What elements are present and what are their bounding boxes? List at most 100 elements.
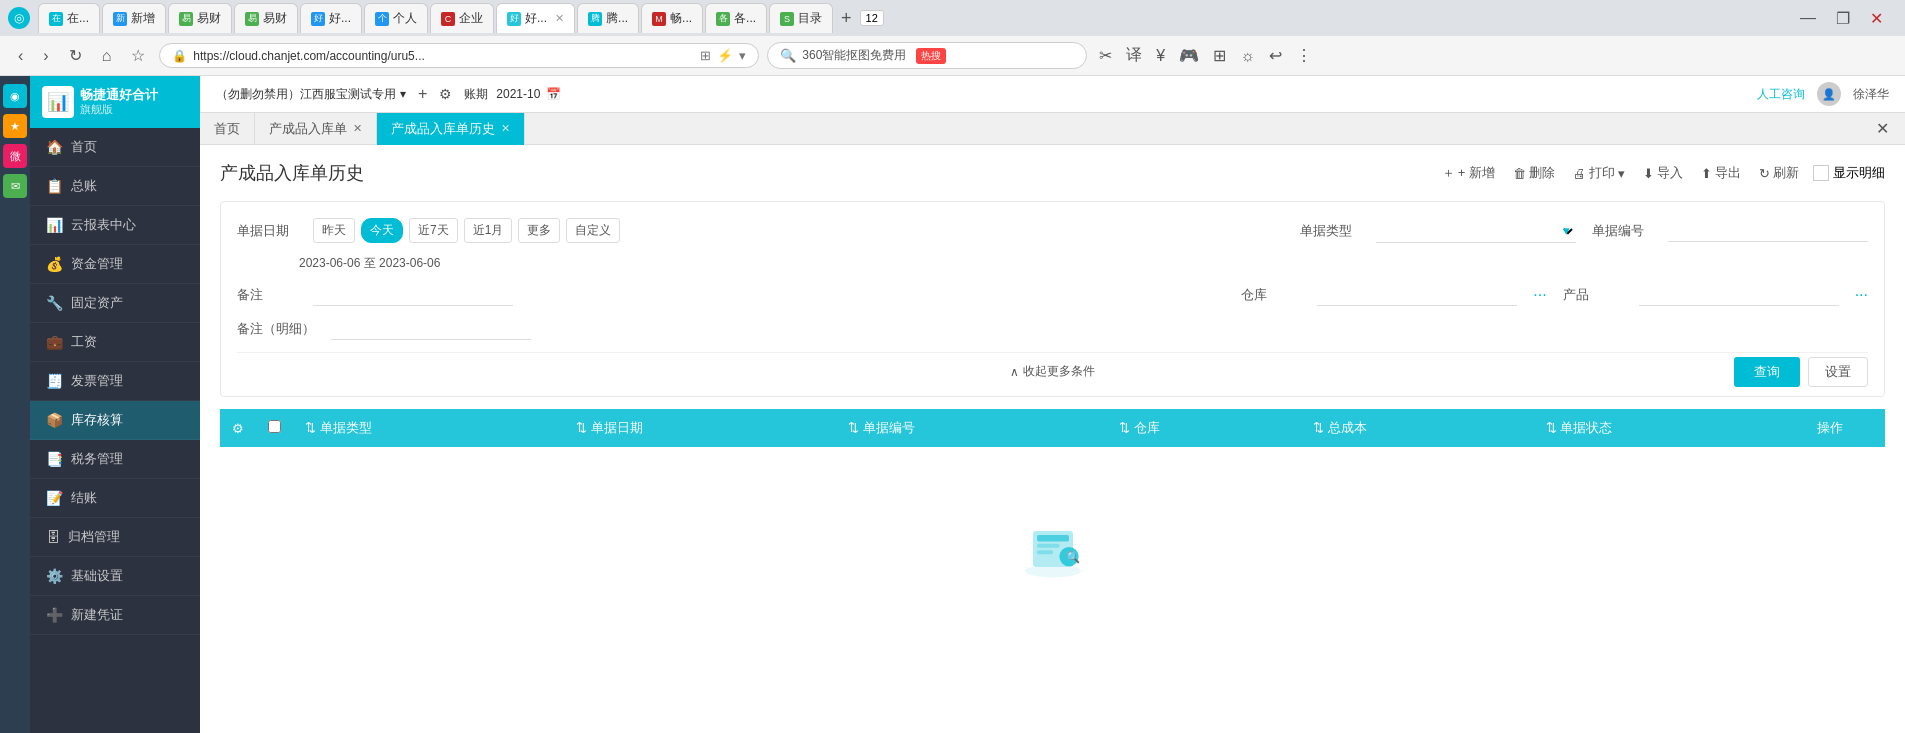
settings-browser-btn[interactable]: ⋮ (1292, 44, 1316, 67)
warehouse-input[interactable] (1317, 284, 1517, 306)
sidebar-item-invoice[interactable]: 🧾 发票管理 (30, 362, 200, 401)
translate-btn[interactable]: 译 (1122, 43, 1146, 68)
sidebar-item-settlement[interactable]: 📝 结账 (30, 479, 200, 518)
tab-item[interactable]: 易 易财 (234, 3, 298, 33)
table-settings-icon[interactable]: ⚙ (232, 421, 244, 436)
product-input[interactable] (1639, 284, 1839, 306)
sidebar-item-salary[interactable]: 💼 工资 (30, 323, 200, 362)
col-bill-date[interactable]: ⇅ 单据日期 (564, 409, 835, 447)
sidebar-item-fixed-assets[interactable]: 🔧 固定资产 (30, 284, 200, 323)
display-toggle[interactable]: 显示明细 (1813, 164, 1885, 182)
tab-item[interactable]: M 畅... (641, 3, 703, 33)
org-selector[interactable]: （勿删勿禁用）江西服宝测试专用 ▾ (216, 86, 406, 103)
display-checkbox[interactable] (1813, 165, 1829, 181)
refresh-btn[interactable]: ↻ 刷新 (1755, 162, 1803, 184)
window-close-btn[interactable]: ✕ (1864, 7, 1889, 30)
date-today-btn[interactable]: 今天 (361, 218, 403, 243)
col-bill-status[interactable]: ⇅ 单据状态 (1534, 409, 1806, 447)
new-tab-button[interactable]: + (835, 8, 858, 29)
sidebar-logo-sub: 旗舰版 (80, 102, 158, 117)
select-all-checkbox[interactable] (268, 420, 281, 433)
bill-no-input[interactable] (1668, 220, 1868, 242)
window-restore-btn[interactable]: ❐ (1830, 7, 1856, 30)
print-btn[interactable]: 🖨 打印 ▾ (1569, 162, 1629, 184)
search-bar[interactable]: 🔍 360智能抠图免费用 热搜 (767, 42, 1087, 69)
tab-item[interactable]: 在 在... (38, 3, 100, 33)
collapse-btn[interactable]: ∧ 收起更多条件 (1010, 363, 1095, 380)
col-warehouse[interactable]: ⇅ 仓库 (1107, 409, 1301, 447)
tab-history[interactable]: 产成品入库单历史 ✕ (377, 113, 525, 145)
filter-settings-btn[interactable]: 设置 (1808, 357, 1868, 387)
delete-btn[interactable]: 🗑 删除 (1509, 162, 1559, 184)
tab-list[interactable]: 产成品入库单 ✕ (255, 113, 377, 145)
home-button[interactable]: ⌂ (96, 45, 118, 67)
tab-item[interactable]: S 目录 (769, 3, 833, 33)
col-checkbox[interactable] (256, 409, 293, 447)
sidebar-item-basic-settings[interactable]: ⚙️ 基础设置 (30, 557, 200, 596)
print-dropdown-icon[interactable]: ▾ (1618, 166, 1625, 181)
date-custom-btn[interactable]: 自定义 (566, 218, 620, 243)
sidebar-item-home[interactable]: 🏠 首页 (30, 128, 200, 167)
breadcrumb-home[interactable]: 首页 (200, 113, 255, 145)
forward-button[interactable]: › (37, 45, 54, 67)
window-minimize-btn[interactable]: — (1794, 7, 1822, 30)
tab-label: 在... (67, 10, 89, 27)
app-icon-mail[interactable]: ✉ (3, 174, 27, 198)
tab-item[interactable]: 腾 腾... (577, 3, 639, 33)
tab-item[interactable]: 各 各... (705, 3, 767, 33)
tab-item-active[interactable]: 好 好... ✕ (496, 3, 575, 33)
panel-close-btn[interactable]: ✕ (1876, 119, 1889, 138)
app-icon-main[interactable]: ◉ (3, 84, 27, 108)
col-settings[interactable]: ⚙ (220, 409, 256, 447)
sidebar-item-ledger[interactable]: 📋 总账 (30, 167, 200, 206)
product-picker-btn[interactable]: ··· (1855, 286, 1868, 304)
tab-item[interactable]: 易 易财 (168, 3, 232, 33)
date-more-btn[interactable]: 更多 (518, 218, 560, 243)
add-btn[interactable]: ＋ + 新增 (1438, 162, 1499, 184)
tab-close-btn[interactable]: ✕ (555, 12, 564, 25)
add-org-btn[interactable]: + (418, 85, 427, 103)
grid-view-btn[interactable]: ⊞ (1209, 44, 1230, 67)
date-7days-btn[interactable]: 近7天 (409, 218, 458, 243)
tab-item[interactable]: 新 新增 (102, 3, 166, 33)
import-btn[interactable]: ⬇ 导入 (1639, 162, 1687, 184)
brightness-btn[interactable]: ☼ (1236, 45, 1259, 67)
date-yesterday-btn[interactable]: 昨天 (313, 218, 355, 243)
tab-item[interactable]: 好 好... (300, 3, 362, 33)
refresh-button[interactable]: ↻ (63, 44, 88, 67)
currency-btn[interactable]: ¥ (1152, 45, 1169, 67)
sidebar-item-inventory[interactable]: 📦 库存核算 (30, 401, 200, 440)
sidebar-item-tax[interactable]: 📑 税务管理 (30, 440, 200, 479)
user-service-link[interactable]: 人工咨询 (1757, 86, 1805, 103)
bill-type-select[interactable] (1376, 219, 1576, 243)
col-bill-type[interactable]: ⇅ 单据类型 (293, 409, 564, 447)
warehouse-picker-btn[interactable]: ··· (1533, 286, 1546, 304)
tab-list-close[interactable]: ✕ (353, 122, 362, 135)
browser-menu-icon[interactable]: ◎ (8, 7, 30, 29)
address-bar[interactable]: 🔒 https://cloud.chanjet.com/accounting/u… (159, 43, 759, 68)
org-settings-btn[interactable]: ⚙ (439, 86, 452, 102)
remark-detail-input[interactable] (331, 318, 531, 340)
app-icon-weibo[interactable]: 微 (3, 144, 27, 168)
sidebar-item-fund[interactable]: 💰 资金管理 (30, 245, 200, 284)
game-btn[interactable]: 🎮 (1175, 44, 1203, 67)
history-btn[interactable]: ↩ (1265, 44, 1286, 67)
app-icon-star[interactable]: ★ (3, 114, 27, 138)
date-1month-btn[interactable]: 近1月 (464, 218, 513, 243)
dropdown-icon[interactable]: ▾ (739, 48, 746, 63)
tab-history-close[interactable]: ✕ (501, 122, 510, 135)
col-bill-no[interactable]: ⇅ 单据编号 (836, 409, 1107, 447)
calendar-icon[interactable]: 📅 (546, 87, 561, 101)
sidebar-item-report[interactable]: 📊 云报表中心 (30, 206, 200, 245)
sidebar-item-new-bill[interactable]: ➕ 新建凭证 (30, 596, 200, 635)
tab-item[interactable]: 个 个人 (364, 3, 428, 33)
back-button[interactable]: ‹ (12, 45, 29, 67)
remark-input[interactable] (313, 284, 513, 306)
export-btn[interactable]: ⬆ 导出 (1697, 162, 1745, 184)
scissors-btn[interactable]: ✂ (1095, 44, 1116, 67)
col-total-cost[interactable]: ⇅ 总成本 (1301, 409, 1534, 447)
bookmark-button[interactable]: ☆ (125, 44, 151, 67)
query-btn[interactable]: 查询 (1734, 357, 1800, 387)
sidebar-item-archive[interactable]: 🗄 归档管理 (30, 518, 200, 557)
tab-item[interactable]: C 企业 (430, 3, 494, 33)
